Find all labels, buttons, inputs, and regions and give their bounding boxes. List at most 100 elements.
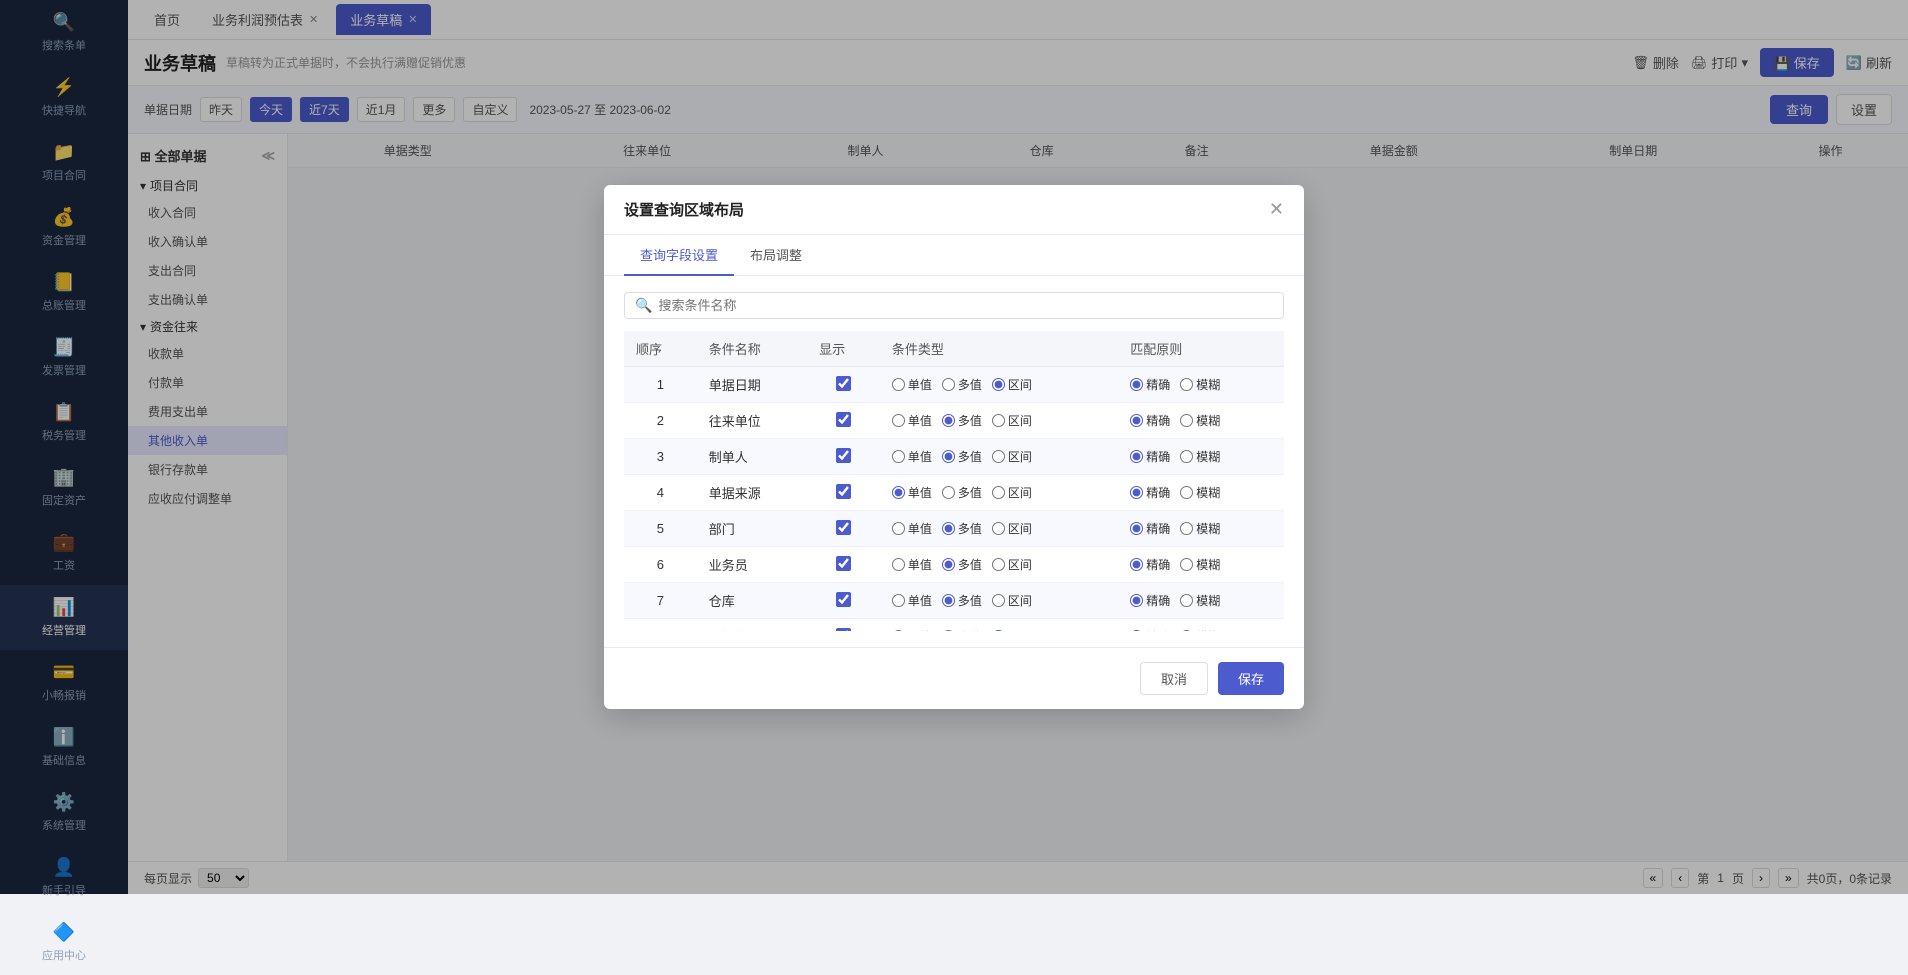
display-checkbox-6[interactable]	[836, 592, 851, 607]
type-option-单值-3[interactable]: 单值	[892, 484, 932, 501]
type-option-单值-4[interactable]: 单值	[892, 520, 932, 537]
dialog-tab-fields[interactable]: 查询字段设置	[624, 235, 734, 276]
type-option-多值-1[interactable]: 多值	[942, 412, 982, 429]
type-option-多值-4[interactable]: 多值	[942, 520, 982, 537]
type-option-区间-5[interactable]: 区间	[992, 556, 1032, 573]
search-input-dialog[interactable]	[658, 298, 1273, 313]
type-radio-区间-6[interactable]	[992, 594, 1005, 607]
display-checkbox-7[interactable]	[836, 628, 851, 632]
match-option-模糊-4[interactable]: 模糊	[1180, 520, 1220, 537]
type-radio-多值-3[interactable]	[942, 486, 955, 499]
modal-overlay[interactable]: 设置查询区域布局 ✕ 查询字段设置 布局调整 🔍	[0, 0, 1908, 894]
type-radio-多值-6[interactable]	[942, 594, 955, 607]
display-checkbox-0[interactable]	[836, 376, 851, 391]
type-option-多值-2[interactable]: 多值	[942, 448, 982, 465]
type-radio-区间-2[interactable]	[992, 450, 1005, 463]
type-option-区间-3[interactable]: 区间	[992, 484, 1032, 501]
type-option-区间-0[interactable]: 区间	[992, 376, 1032, 393]
match-radio-模糊-3[interactable]	[1180, 486, 1193, 499]
display-checkbox-5[interactable]	[836, 556, 851, 571]
type-option-多值-3[interactable]: 多值	[942, 484, 982, 501]
match-option-精确-5[interactable]: 精确	[1130, 556, 1170, 573]
type-option-单值-7[interactable]: 单值	[892, 628, 932, 631]
type-radio-多值-4[interactable]	[942, 522, 955, 535]
match-option-精确-4[interactable]: 精确	[1130, 520, 1170, 537]
type-radio-多值-5[interactable]	[942, 558, 955, 571]
type-option-多值-5[interactable]: 多值	[942, 556, 982, 573]
match-radio-精确-5[interactable]	[1130, 558, 1143, 571]
cancel-button[interactable]: 取消	[1140, 662, 1208, 695]
type-radio-单值-4[interactable]	[892, 522, 905, 535]
match-radio-精确-4[interactable]	[1130, 522, 1143, 535]
match-radio-模糊-0[interactable]	[1180, 378, 1193, 391]
match-radio-模糊-2[interactable]	[1180, 450, 1193, 463]
dialog-tab-layout[interactable]: 布局调整	[734, 235, 818, 276]
match-radio-模糊-6[interactable]	[1180, 594, 1193, 607]
type-option-区间-4[interactable]: 区间	[992, 520, 1032, 537]
type-option-多值-7[interactable]: 多值	[942, 628, 982, 631]
type-radio-区间-4[interactable]	[992, 522, 1005, 535]
match-option-模糊-7[interactable]: 模糊	[1180, 628, 1220, 631]
type-option-区间-2[interactable]: 区间	[992, 448, 1032, 465]
display-checkbox-2[interactable]	[836, 448, 851, 463]
type-radio-区间-5[interactable]	[992, 558, 1005, 571]
type-radio-单值-5[interactable]	[892, 558, 905, 571]
type-option-区间-6[interactable]: 区间	[992, 592, 1032, 609]
match-option-模糊-1[interactable]: 模糊	[1180, 412, 1220, 429]
type-radio-多值-1[interactable]	[942, 414, 955, 427]
match-radio-精确-3[interactable]	[1130, 486, 1143, 499]
match-option-模糊-6[interactable]: 模糊	[1180, 592, 1220, 609]
type-option-多值-6[interactable]: 多值	[942, 592, 982, 609]
match-option-精确-6[interactable]: 精确	[1130, 592, 1170, 609]
col-order: 顺序	[624, 331, 697, 367]
display-checkbox-3[interactable]	[836, 484, 851, 499]
match-option-精确-7[interactable]: 精确	[1130, 628, 1170, 631]
type-option-多值-0[interactable]: 多值	[942, 376, 982, 393]
dialog-table-row: 7仓库单值多值区间精确模糊	[624, 583, 1284, 619]
type-radio-单值-3[interactable]	[892, 486, 905, 499]
type-option-单值-1[interactable]: 单值	[892, 412, 932, 429]
display-checkbox-1[interactable]	[836, 412, 851, 427]
type-radio-单值-0[interactable]	[892, 378, 905, 391]
type-radio-单值-2[interactable]	[892, 450, 905, 463]
match-option-精确-0[interactable]: 精确	[1130, 376, 1170, 393]
type-option-单值-6[interactable]: 单值	[892, 592, 932, 609]
confirm-button[interactable]: 保存	[1218, 662, 1284, 695]
type-radio-单值-1[interactable]	[892, 414, 905, 427]
match-radio-模糊-1[interactable]	[1180, 414, 1193, 427]
match-option-精确-3[interactable]: 精确	[1130, 484, 1170, 501]
match-option-模糊-5[interactable]: 模糊	[1180, 556, 1220, 573]
col-type: 条件类型	[880, 331, 1118, 367]
type-option-单值-2[interactable]: 单值	[892, 448, 932, 465]
type-radio-单值-7[interactable]	[892, 630, 905, 631]
type-option-区间-7[interactable]: 区间	[992, 628, 1032, 631]
match-option-精确-1[interactable]: 精确	[1130, 412, 1170, 429]
match-option-模糊-2[interactable]: 模糊	[1180, 448, 1220, 465]
match-option-模糊-3[interactable]: 模糊	[1180, 484, 1220, 501]
match-option-精确-2[interactable]: 精确	[1130, 448, 1170, 465]
type-option-单值-0[interactable]: 单值	[892, 376, 932, 393]
dialog-close-button[interactable]: ✕	[1269, 199, 1284, 220]
match-radio-精确-2[interactable]	[1130, 450, 1143, 463]
type-radio-多值-2[interactable]	[942, 450, 955, 463]
match-radio-精确-7[interactable]	[1130, 630, 1143, 631]
display-checkbox-4[interactable]	[836, 520, 851, 535]
type-option-区间-1[interactable]: 区间	[992, 412, 1032, 429]
sidebar-item-appstore[interactable]: 🔷 应用中心	[0, 910, 128, 975]
cell-name-3: 单据来源	[697, 475, 807, 511]
match-radio-模糊-5[interactable]	[1180, 558, 1193, 571]
match-option-模糊-0[interactable]: 模糊	[1180, 376, 1220, 393]
type-radio-区间-7[interactable]	[992, 630, 1005, 631]
type-radio-区间-1[interactable]	[992, 414, 1005, 427]
type-radio-单值-6[interactable]	[892, 594, 905, 607]
type-radio-多值-7[interactable]	[942, 630, 955, 631]
match-radio-模糊-7[interactable]	[1180, 630, 1193, 631]
match-radio-精确-0[interactable]	[1130, 378, 1143, 391]
type-radio-区间-3[interactable]	[992, 486, 1005, 499]
type-radio-区间-0[interactable]	[992, 378, 1005, 391]
type-option-单值-5[interactable]: 单值	[892, 556, 932, 573]
match-radio-模糊-4[interactable]	[1180, 522, 1193, 535]
type-radio-多值-0[interactable]	[942, 378, 955, 391]
match-radio-精确-1[interactable]	[1130, 414, 1143, 427]
match-radio-精确-6[interactable]	[1130, 594, 1143, 607]
